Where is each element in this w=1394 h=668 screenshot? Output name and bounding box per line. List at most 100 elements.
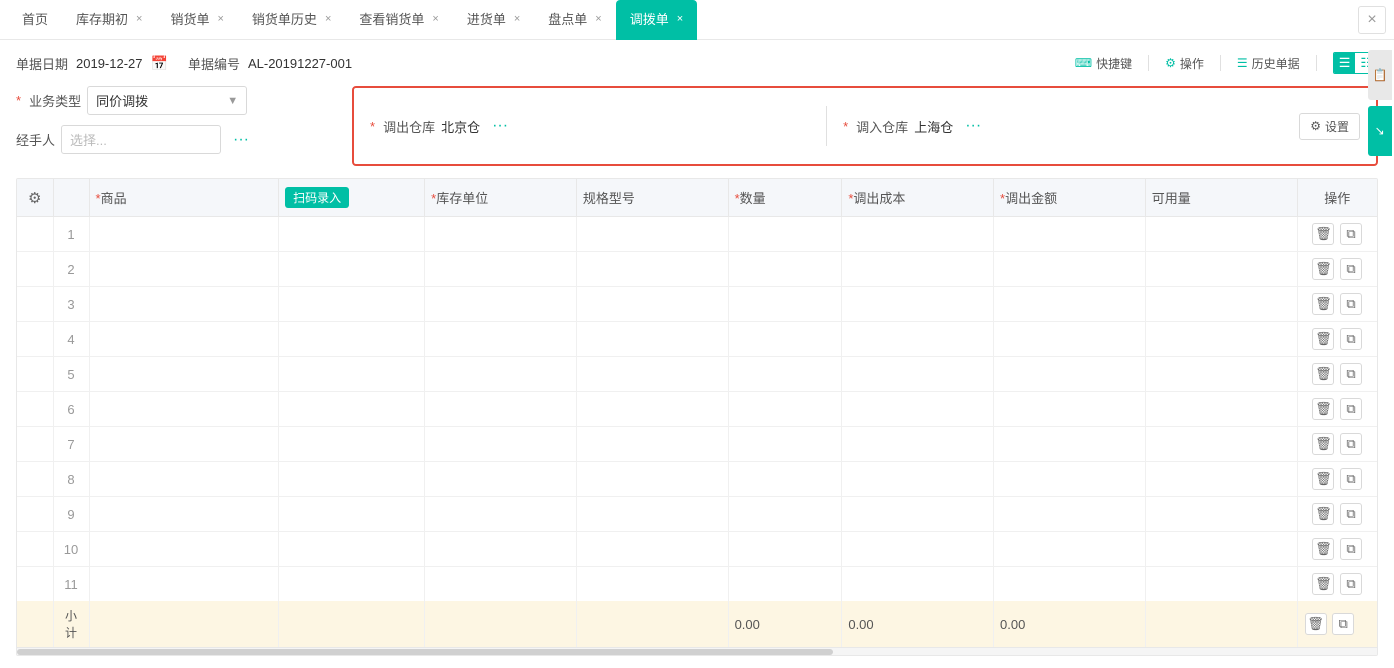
row-5-amount-cell[interactable] bbox=[994, 357, 1146, 392]
row-4-amount-cell[interactable] bbox=[994, 322, 1146, 357]
row-6-copy-button[interactable]: ⧉ bbox=[1340, 398, 1362, 420]
row-4-unit-cell[interactable] bbox=[425, 322, 577, 357]
row-6-unit-cell[interactable] bbox=[425, 392, 577, 427]
row-7-copy-button[interactable]: ⧉ bbox=[1340, 433, 1362, 455]
row-3-amount-cell[interactable] bbox=[994, 287, 1146, 322]
history-button[interactable]: ☰ 历史单据 bbox=[1237, 55, 1300, 72]
row-4-qty-cell[interactable] bbox=[728, 322, 842, 357]
row-11-cost-cell[interactable] bbox=[842, 567, 994, 602]
row-1-delete-button[interactable]: 🗑 bbox=[1312, 223, 1334, 245]
row-4-product-cell[interactable] bbox=[89, 322, 279, 357]
tab-sales-order[interactable]: 销货单 × bbox=[156, 0, 237, 40]
row-9-amount-cell[interactable] bbox=[994, 497, 1146, 532]
row-5-delete-button[interactable]: 🗑 bbox=[1312, 363, 1334, 385]
row-5-cost-cell[interactable] bbox=[842, 357, 994, 392]
tab-purchase-order[interactable]: 进货单 × bbox=[453, 0, 534, 40]
row-1-unit-cell[interactable] bbox=[425, 217, 577, 252]
row-6-qty-cell[interactable] bbox=[728, 392, 842, 427]
business-type-select[interactable]: 同价调拨 ▼ bbox=[87, 86, 247, 115]
row-9-delete-button[interactable]: 🗑 bbox=[1312, 503, 1334, 525]
row-11-amount-cell[interactable] bbox=[994, 567, 1146, 602]
row-9-spec-cell[interactable] bbox=[576, 497, 728, 532]
row-5-copy-button[interactable]: ⧉ bbox=[1340, 363, 1362, 385]
person-select[interactable]: 选择... bbox=[61, 125, 221, 154]
row-10-unit-cell[interactable] bbox=[425, 532, 577, 567]
row-2-spec-cell[interactable] bbox=[576, 252, 728, 287]
row-10-amount-cell[interactable] bbox=[994, 532, 1146, 567]
row-4-delete-button[interactable]: 🗑 bbox=[1312, 328, 1334, 350]
tab-purchase-order-close[interactable]: × bbox=[514, 13, 520, 25]
scan-button[interactable]: 扫码录入 bbox=[285, 187, 349, 208]
row-6-spec-cell[interactable] bbox=[576, 392, 728, 427]
row-4-spec-cell[interactable] bbox=[576, 322, 728, 357]
row-11-spec-cell[interactable] bbox=[576, 567, 728, 602]
tab-inventory-init-close[interactable]: × bbox=[136, 13, 142, 25]
row-6-product-cell[interactable] bbox=[89, 392, 279, 427]
row-10-cost-cell[interactable] bbox=[842, 532, 994, 567]
row-8-cost-cell[interactable] bbox=[842, 462, 994, 497]
tab-view-sales[interactable]: 查看销货单 × bbox=[345, 0, 452, 40]
col-scan-header[interactable]: 扫码录入 bbox=[279, 179, 425, 217]
tab-transfer[interactable]: 调拨单 × bbox=[616, 0, 697, 40]
subtotal-copy-icon[interactable]: ⧉ bbox=[1332, 613, 1354, 635]
row-6-amount-cell[interactable] bbox=[994, 392, 1146, 427]
row-10-qty-cell[interactable] bbox=[728, 532, 842, 567]
row-5-product-cell[interactable] bbox=[89, 357, 279, 392]
gear-icon[interactable]: ⚙ bbox=[28, 190, 41, 207]
subtotal-delete-icon[interactable]: 🗑 bbox=[1305, 613, 1327, 635]
row-10-spec-cell[interactable] bbox=[576, 532, 728, 567]
list-view-icon[interactable]: ☰ bbox=[1334, 53, 1356, 73]
notes-panel-button[interactable]: 📋 bbox=[1368, 50, 1392, 100]
row-8-amount-cell[interactable] bbox=[994, 462, 1146, 497]
col-gear-header[interactable]: ⚙ bbox=[17, 179, 53, 217]
tab-sales-order-close[interactable]: × bbox=[217, 13, 223, 25]
row-8-product-cell[interactable] bbox=[89, 462, 279, 497]
row-1-cost-cell[interactable] bbox=[842, 217, 994, 252]
tab-home[interactable]: 首页 bbox=[8, 0, 62, 40]
tab-stocktake[interactable]: 盘点单 × bbox=[534, 0, 615, 40]
row-1-product-cell[interactable] bbox=[89, 217, 279, 252]
row-4-copy-button[interactable]: ⧉ bbox=[1340, 328, 1362, 350]
shortcuts-button[interactable]: ⌨ 快捷键 bbox=[1075, 55, 1132, 72]
row-7-qty-cell[interactable] bbox=[728, 427, 842, 462]
calendar-icon[interactable]: 📅 bbox=[151, 55, 168, 72]
person-more-icon[interactable]: ··· bbox=[227, 131, 255, 149]
row-11-qty-cell[interactable] bbox=[728, 567, 842, 602]
row-7-product-cell[interactable] bbox=[89, 427, 279, 462]
row-11-product-cell[interactable] bbox=[89, 567, 279, 602]
settings-button[interactable]: ⚙ 设置 bbox=[1299, 113, 1360, 140]
row-8-qty-cell[interactable] bbox=[728, 462, 842, 497]
tab-view-sales-close[interactable]: × bbox=[432, 13, 438, 25]
tab-sales-history-close[interactable]: × bbox=[325, 13, 331, 25]
row-7-delete-button[interactable]: 🗑 bbox=[1312, 433, 1334, 455]
tab-inventory-init[interactable]: 库存期初 × bbox=[62, 0, 156, 40]
row-9-qty-cell[interactable] bbox=[728, 497, 842, 532]
row-1-qty-cell[interactable] bbox=[728, 217, 842, 252]
row-1-copy-button[interactable]: ⧉ bbox=[1340, 223, 1362, 245]
tab-sales-history[interactable]: 销货单历史 × bbox=[238, 0, 345, 40]
scrollbar[interactable] bbox=[17, 647, 1377, 655]
row-3-copy-button[interactable]: ⧉ bbox=[1340, 293, 1362, 315]
row-3-unit-cell[interactable] bbox=[425, 287, 577, 322]
row-2-unit-cell[interactable] bbox=[425, 252, 577, 287]
row-3-delete-button[interactable]: 🗑 bbox=[1312, 293, 1334, 315]
row-9-cost-cell[interactable] bbox=[842, 497, 994, 532]
row-11-copy-button[interactable]: ⧉ bbox=[1340, 573, 1362, 595]
tab-transfer-close[interactable]: × bbox=[677, 13, 683, 25]
row-11-unit-cell[interactable] bbox=[425, 567, 577, 602]
row-1-spec-cell[interactable] bbox=[576, 217, 728, 252]
row-9-product-cell[interactable] bbox=[89, 497, 279, 532]
row-3-cost-cell[interactable] bbox=[842, 287, 994, 322]
warehouse-out-more-icon[interactable]: ··· bbox=[486, 117, 514, 135]
row-5-spec-cell[interactable] bbox=[576, 357, 728, 392]
row-6-cost-cell[interactable] bbox=[842, 392, 994, 427]
row-2-amount-cell[interactable] bbox=[994, 252, 1146, 287]
row-10-product-cell[interactable] bbox=[89, 532, 279, 567]
row-8-copy-button[interactable]: ⧉ bbox=[1340, 468, 1362, 490]
row-11-delete-button[interactable]: 🗑 bbox=[1312, 573, 1334, 595]
row-2-cost-cell[interactable] bbox=[842, 252, 994, 287]
row-7-amount-cell[interactable] bbox=[994, 427, 1146, 462]
row-3-qty-cell[interactable] bbox=[728, 287, 842, 322]
row-8-delete-button[interactable]: 🗑 bbox=[1312, 468, 1334, 490]
row-10-copy-button[interactable]: ⧉ bbox=[1340, 538, 1362, 560]
